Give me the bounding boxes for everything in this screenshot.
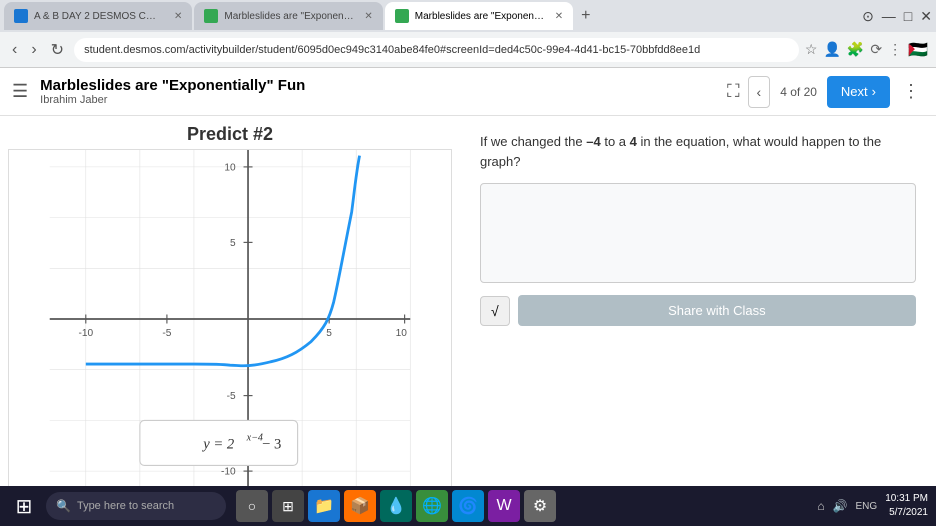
- sqrt-icon: √: [491, 303, 499, 319]
- taskbar-app-amazon[interactable]: 📦: [344, 490, 376, 522]
- svg-text:− 3: − 3: [262, 437, 281, 453]
- taskbar-search-icon: 🔍: [56, 499, 71, 513]
- sqrt-button[interactable]: √: [480, 296, 510, 326]
- next-button[interactable]: Next ›: [827, 76, 890, 108]
- profile-icon-2: 👤: [823, 41, 840, 58]
- windows-icon: ⊞: [16, 494, 33, 519]
- tab-2-close[interactable]: ✕: [364, 11, 372, 22]
- taskbar-time: 10:31 PM 5/7/2021: [885, 492, 928, 520]
- flag-icon: 🇵🇸: [908, 40, 928, 60]
- svg-text:-10: -10: [221, 466, 236, 477]
- time-display: 10:31 PM: [885, 492, 928, 506]
- volume-icon: 🔊: [833, 499, 848, 513]
- svg-text:-10: -10: [78, 328, 93, 339]
- input-row: √ Share with Class: [480, 295, 916, 326]
- tab-1-close[interactable]: ✕: [174, 11, 182, 22]
- start-button[interactable]: ⊞: [8, 490, 40, 522]
- app-title-block: Marbleslides are "Exponentially" Fun Ibr…: [40, 77, 727, 106]
- taskbar-app-cortana[interactable]: ○: [236, 490, 268, 522]
- app-title: Marbleslides are "Exponentially" Fun: [40, 77, 727, 94]
- tab-2-label: Marbleslides are "Exponentially" Fun: [224, 11, 354, 22]
- forward-button[interactable]: ›: [27, 39, 40, 61]
- kebab-menu[interactable]: ⋮: [898, 81, 924, 102]
- browser-icons: ⊙ — □ ✕: [862, 8, 932, 25]
- taskbar-apps: ○ ⊞ 📁 📦 💧 🌐 🌀 W ⚙: [236, 490, 556, 522]
- taskbar-app-dropbox[interactable]: 💧: [380, 490, 412, 522]
- taskbar-app-misc[interactable]: ⚙: [524, 490, 556, 522]
- tab-3-close[interactable]: ✕: [555, 11, 563, 22]
- svg-text:-5: -5: [227, 391, 236, 402]
- svg-text:-5: -5: [162, 328, 171, 339]
- language-text: ENG: [856, 501, 878, 512]
- address-input[interactable]: [74, 38, 799, 62]
- taskbar-right: ⌂ 🔊 ENG 10:31 PM 5/7/2021: [817, 492, 928, 520]
- question-text: If we changed the –4 to a 4 in the equat…: [480, 132, 916, 171]
- main-content: Predict #2: [0, 116, 936, 526]
- extension-icon: 🧩: [847, 41, 864, 58]
- nav-arrows: ‹ 4 of 20 Next ›: [748, 76, 890, 108]
- minimize-icon[interactable]: —: [882, 8, 896, 24]
- graph-area: -10 -5 5 10 10 5 -5: [8, 149, 452, 489]
- prev-page-button[interactable]: ‹: [748, 76, 771, 108]
- highlight-plus: 4: [630, 134, 637, 149]
- tab-2[interactable]: Marbleslides are "Exponentially" Fun ✕: [194, 2, 382, 30]
- svg-text:5: 5: [230, 238, 236, 249]
- profile-icon: ⊙: [862, 8, 874, 25]
- maximize-icon[interactable]: □: [904, 8, 912, 24]
- share-class-label: Share with Class: [668, 303, 766, 318]
- refresh-button[interactable]: ↻: [47, 38, 68, 62]
- taskbar-app-files[interactable]: 📁: [308, 490, 340, 522]
- tab-bar: A & B DAY 2 DESMOS CW/HW: ✕ Marbleslides…: [0, 0, 936, 32]
- svg-text:y = 2: y = 2: [201, 437, 234, 453]
- header-right: ⛶ ‹ 4 of 20 Next › ⋮: [727, 76, 924, 108]
- graph-panel: Predict #2: [0, 116, 460, 526]
- right-panel: If we changed the –4 to a 4 in the equat…: [460, 116, 936, 526]
- tab-3-favicon: [395, 9, 409, 23]
- tab-1[interactable]: A & B DAY 2 DESMOS CW/HW: ✕: [4, 2, 192, 30]
- sync-icon: ⟳: [870, 41, 882, 58]
- taskbar-app-task[interactable]: ⊞: [272, 490, 304, 522]
- hamburger-menu[interactable]: ☰: [12, 81, 28, 102]
- new-tab-button[interactable]: +: [575, 7, 596, 25]
- address-bar-icons: ☆ 👤 🧩 ⟳ ⋮ 🇵🇸: [805, 40, 928, 60]
- settings-icon[interactable]: ⋮: [888, 41, 902, 58]
- section-title: Predict #2: [8, 124, 452, 145]
- tab-1-label: A & B DAY 2 DESMOS CW/HW:: [34, 11, 164, 22]
- svg-text:x−4: x−4: [246, 433, 263, 444]
- taskbar-app-chrome[interactable]: 🌀: [452, 490, 484, 522]
- taskbar-search-text: Type here to search: [77, 500, 174, 512]
- tab-3-label: Marbleslides are "Exponentially" Fun: [415, 11, 545, 22]
- bookmark-icon[interactable]: ☆: [805, 41, 818, 58]
- next-chevron-icon: ›: [872, 84, 876, 99]
- fullscreen-button[interactable]: ⛶: [727, 81, 740, 102]
- close-window-icon[interactable]: ✕: [920, 8, 932, 25]
- taskbar-search[interactable]: 🔍 Type here to search: [46, 492, 226, 520]
- share-class-button[interactable]: Share with Class: [518, 295, 916, 326]
- address-bar: ‹ › ↻ ☆ 👤 🧩 ⟳ ⋮ 🇵🇸: [0, 32, 936, 68]
- tab-3[interactable]: Marbleslides are "Exponentially" Fun ✕: [385, 2, 573, 30]
- app-subtitle: Ibrahim Jaber: [40, 94, 727, 106]
- taskbar-app-edge[interactable]: 🌐: [416, 490, 448, 522]
- tab-2-favicon: [204, 9, 218, 23]
- tab-1-favicon: [14, 9, 28, 23]
- next-label: Next: [841, 84, 868, 99]
- date-display: 5/7/2021: [885, 506, 928, 520]
- back-button[interactable]: ‹: [8, 39, 21, 61]
- svg-text:10: 10: [224, 162, 236, 173]
- svg-text:10: 10: [396, 328, 408, 339]
- svg-text:5: 5: [326, 328, 332, 339]
- graph-svg: -10 -5 5 10 10 5 -5: [8, 149, 452, 489]
- app-header: ☰ Marbleslides are "Exponentially" Fun I…: [0, 68, 936, 116]
- answer-area[interactable]: [480, 183, 916, 283]
- page-count: 4 of 20: [774, 85, 823, 99]
- network-icon: ⌂: [817, 499, 824, 513]
- highlight-minus: –4: [586, 134, 600, 149]
- taskbar: ⊞ 🔍 Type here to search ○ ⊞ 📁 📦 💧 🌐 🌀 W …: [0, 486, 936, 526]
- taskbar-app-word[interactable]: W: [488, 490, 520, 522]
